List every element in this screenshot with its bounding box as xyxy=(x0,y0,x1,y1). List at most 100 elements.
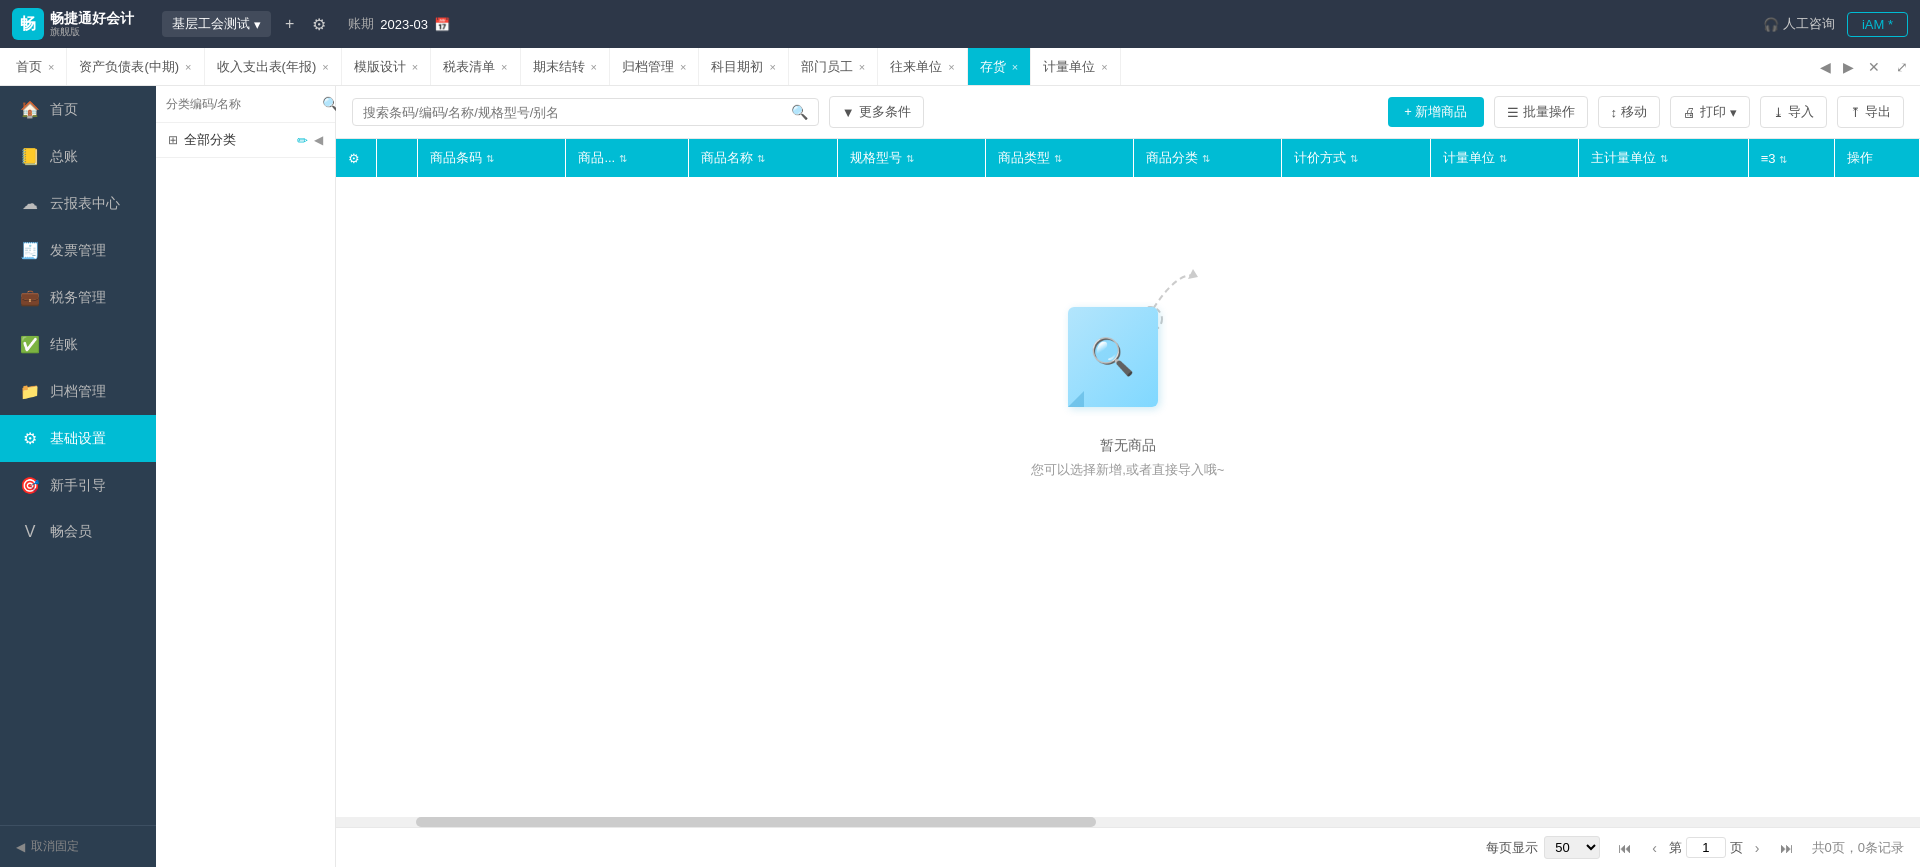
tab-close-icon[interactable]: × xyxy=(48,61,54,73)
sidebar-item-归档管理[interactable]: 📁归档管理 xyxy=(0,368,156,415)
tab-next-button[interactable]: ▶ xyxy=(1837,48,1860,86)
sort-icon: ⇅ xyxy=(1779,154,1787,165)
period-info: 账期 2023-03 📅 xyxy=(348,15,450,33)
sidebar-icon-总账: 📒 xyxy=(20,147,40,166)
scroll-thumb[interactable] xyxy=(416,817,1096,827)
work-area: 🔍 ⊞ 全部分类 ✏ ◀ 🔍 ▼ xyxy=(156,86,1920,867)
category-collapse-icon[interactable]: ◀ xyxy=(314,133,323,147)
import-button[interactable]: ⤓ 导入 xyxy=(1760,96,1827,128)
per-page-select[interactable]: 50 100 200 xyxy=(1544,836,1600,859)
left-panel: 🔍 ⊞ 全部分类 ✏ ◀ xyxy=(156,86,336,867)
tab-close-icon[interactable]: × xyxy=(322,61,328,73)
table-container: ⚙商品条码⇅商品...⇅商品名称⇅规格型号⇅商品类型⇅商品分类⇅计价方式⇅计量单… xyxy=(336,139,1920,817)
tab-----[interactable]: 部门员工× xyxy=(789,48,878,86)
tab-close-icon[interactable]: × xyxy=(412,61,418,73)
tab-label: 税表清单 xyxy=(443,58,495,76)
tab-label: 归档管理 xyxy=(622,58,674,76)
tab---[interactable]: 存货× xyxy=(968,48,1031,86)
first-page-button[interactable]: ⏮ xyxy=(1610,837,1640,859)
col-header-code[interactable]: 商品...⇅ xyxy=(566,139,689,177)
calendar-icon[interactable]: 📅 xyxy=(434,17,450,32)
tab-close-icon[interactable]: × xyxy=(591,61,597,73)
add-product-button[interactable]: + 新增商品 xyxy=(1388,97,1483,127)
col-header-action: 操作 xyxy=(1834,139,1919,177)
col-header-unit[interactable]: 计量单位⇅ xyxy=(1430,139,1578,177)
sidebar-item-发票管理[interactable]: 🧾发票管理 xyxy=(0,227,156,274)
tab-close-icon[interactable]: × xyxy=(680,61,686,73)
col-header-name[interactable]: 商品名称⇅ xyxy=(689,139,837,177)
col-header-barcode[interactable]: 商品条码⇅ xyxy=(418,139,566,177)
batch-operation-button[interactable]: ☰ 批量操作 xyxy=(1494,96,1588,128)
tab-close-icon[interactable]: × xyxy=(948,61,954,73)
tab----------[interactable]: 资产负债表(中期)× xyxy=(67,48,204,86)
tab-close-icon[interactable]: × xyxy=(1101,61,1107,73)
tab----------[interactable]: 收入支出表(年报)× xyxy=(205,48,342,86)
move-button[interactable]: ↕ 移动 xyxy=(1598,96,1661,128)
sidebar-item-新手引导[interactable]: 🎯新手引导 xyxy=(0,462,156,509)
tab-close-icon[interactable]: × xyxy=(501,61,507,73)
account-button[interactable]: iAM * xyxy=(1847,12,1908,37)
col-header-spec[interactable]: 规格型号⇅ xyxy=(837,139,985,177)
sidebar-label: 归档管理 xyxy=(50,383,106,401)
tab-----[interactable]: 税表清单 × xyxy=(431,48,520,86)
tab-close-icon[interactable]: × xyxy=(185,61,191,73)
tab-----[interactable]: 往来单位× xyxy=(878,48,967,86)
print-button[interactable]: 🖨 打印 ▾ xyxy=(1670,96,1750,128)
sidebar-label: 结账 xyxy=(50,336,78,354)
add-tab-button[interactable]: + xyxy=(281,15,298,33)
sidebar-item-税务管理[interactable]: 💼税务管理 xyxy=(0,274,156,321)
batch-label: 批量操作 xyxy=(1523,103,1575,121)
sidebar-icon-基础设置: ⚙ xyxy=(20,429,40,448)
sidebar-item-结账[interactable]: ✅结账 xyxy=(0,321,156,368)
last-page-button[interactable]: ⏭ xyxy=(1772,837,1802,859)
tab-expand-button[interactable]: ⤢ xyxy=(1888,48,1916,86)
tab-----[interactable]: 归档管理 × xyxy=(610,48,699,86)
col-header-category[interactable]: 商品分类⇅ xyxy=(1134,139,1282,177)
sidebar-icon-发票管理: 🧾 xyxy=(20,241,40,260)
app-logo: 畅 畅捷通好会计 旗舰版 xyxy=(12,8,152,40)
tab-close-icon[interactable]: × xyxy=(1012,61,1018,73)
col-header-main_unit[interactable]: 主计量单位⇅ xyxy=(1578,139,1748,177)
tab-close-icon[interactable]: × xyxy=(859,61,865,73)
pin-icon: ◀ xyxy=(16,840,25,854)
export-button[interactable]: ⤒ 导出 xyxy=(1837,96,1904,128)
sidebar-item-畅会员[interactable]: V畅会员 xyxy=(0,509,156,555)
tab-----[interactable]: 科目期初× xyxy=(699,48,788,86)
horizontal-scrollbar[interactable] xyxy=(336,817,1920,827)
col-header-type[interactable]: 商品类型⇅ xyxy=(985,139,1133,177)
product-search-icon[interactable]: 🔍 xyxy=(791,104,808,120)
col-header-col3[interactable]: ≡3⇅ xyxy=(1748,139,1834,177)
top-bar: 畅 畅捷通好会计 旗舰版 基层工会测试 ▾ + ⚙ 账期 2023-03 📅 🎧… xyxy=(0,0,1920,48)
logo-main: 畅捷通好会计 xyxy=(50,10,134,27)
category-edit-icon[interactable]: ✏ xyxy=(297,133,308,148)
tab---[interactable]: 首页× xyxy=(4,48,67,86)
company-selector[interactable]: 基层工会测试 ▾ xyxy=(162,11,271,37)
table-footer: 每页显示 50 100 200 ⏮ ‹ 第 页 xyxy=(336,827,1920,867)
help-button[interactable]: 🎧 人工咨询 xyxy=(1763,15,1835,33)
sidebar-item-基础设置[interactable]: ⚙基础设置 xyxy=(0,415,156,462)
category-search-input[interactable] xyxy=(166,97,316,111)
tab-close-all-button[interactable]: ✕ xyxy=(1860,48,1888,86)
prev-page-button[interactable]: ‹ xyxy=(1644,837,1665,859)
sidebar-item-首页[interactable]: 🏠首页 xyxy=(0,86,156,133)
cancel-fixed-button[interactable]: ◀ 取消固定 xyxy=(0,825,156,867)
next-page-button[interactable]: › xyxy=(1747,837,1768,859)
tab-----[interactable]: 计量单位 × xyxy=(1031,48,1120,86)
headphone-icon: 🎧 xyxy=(1763,17,1779,32)
sidebar-icon-云报表中心: ☁ xyxy=(20,194,40,213)
product-search-input[interactable] xyxy=(363,105,785,120)
sidebar-item-云报表中心[interactable]: ☁云报表中心 xyxy=(0,180,156,227)
tab-prev-button[interactable]: ◀ xyxy=(1814,48,1837,86)
tab-----[interactable]: 期末结转× xyxy=(521,48,610,86)
table-header: ⚙商品条码⇅商品...⇅商品名称⇅规格型号⇅商品类型⇅商品分类⇅计价方式⇅计量单… xyxy=(336,139,1920,177)
col-header-price_method[interactable]: 计价方式⇅ xyxy=(1282,139,1430,177)
category-header: ⊞ 全部分类 ✏ ◀ xyxy=(156,123,335,158)
tab-----[interactable]: 模版设计× xyxy=(342,48,431,86)
settings-button[interactable]: ⚙ xyxy=(308,15,330,34)
tab-close-icon[interactable]: × xyxy=(769,61,775,73)
filter-button[interactable]: ▼ 更多条件 xyxy=(829,96,924,128)
sidebar-item-总账[interactable]: 📒总账 xyxy=(0,133,156,180)
move-label: 移动 xyxy=(1621,103,1647,121)
page-number-input[interactable] xyxy=(1686,837,1726,858)
tab-label: 计量单位 xyxy=(1043,58,1095,76)
